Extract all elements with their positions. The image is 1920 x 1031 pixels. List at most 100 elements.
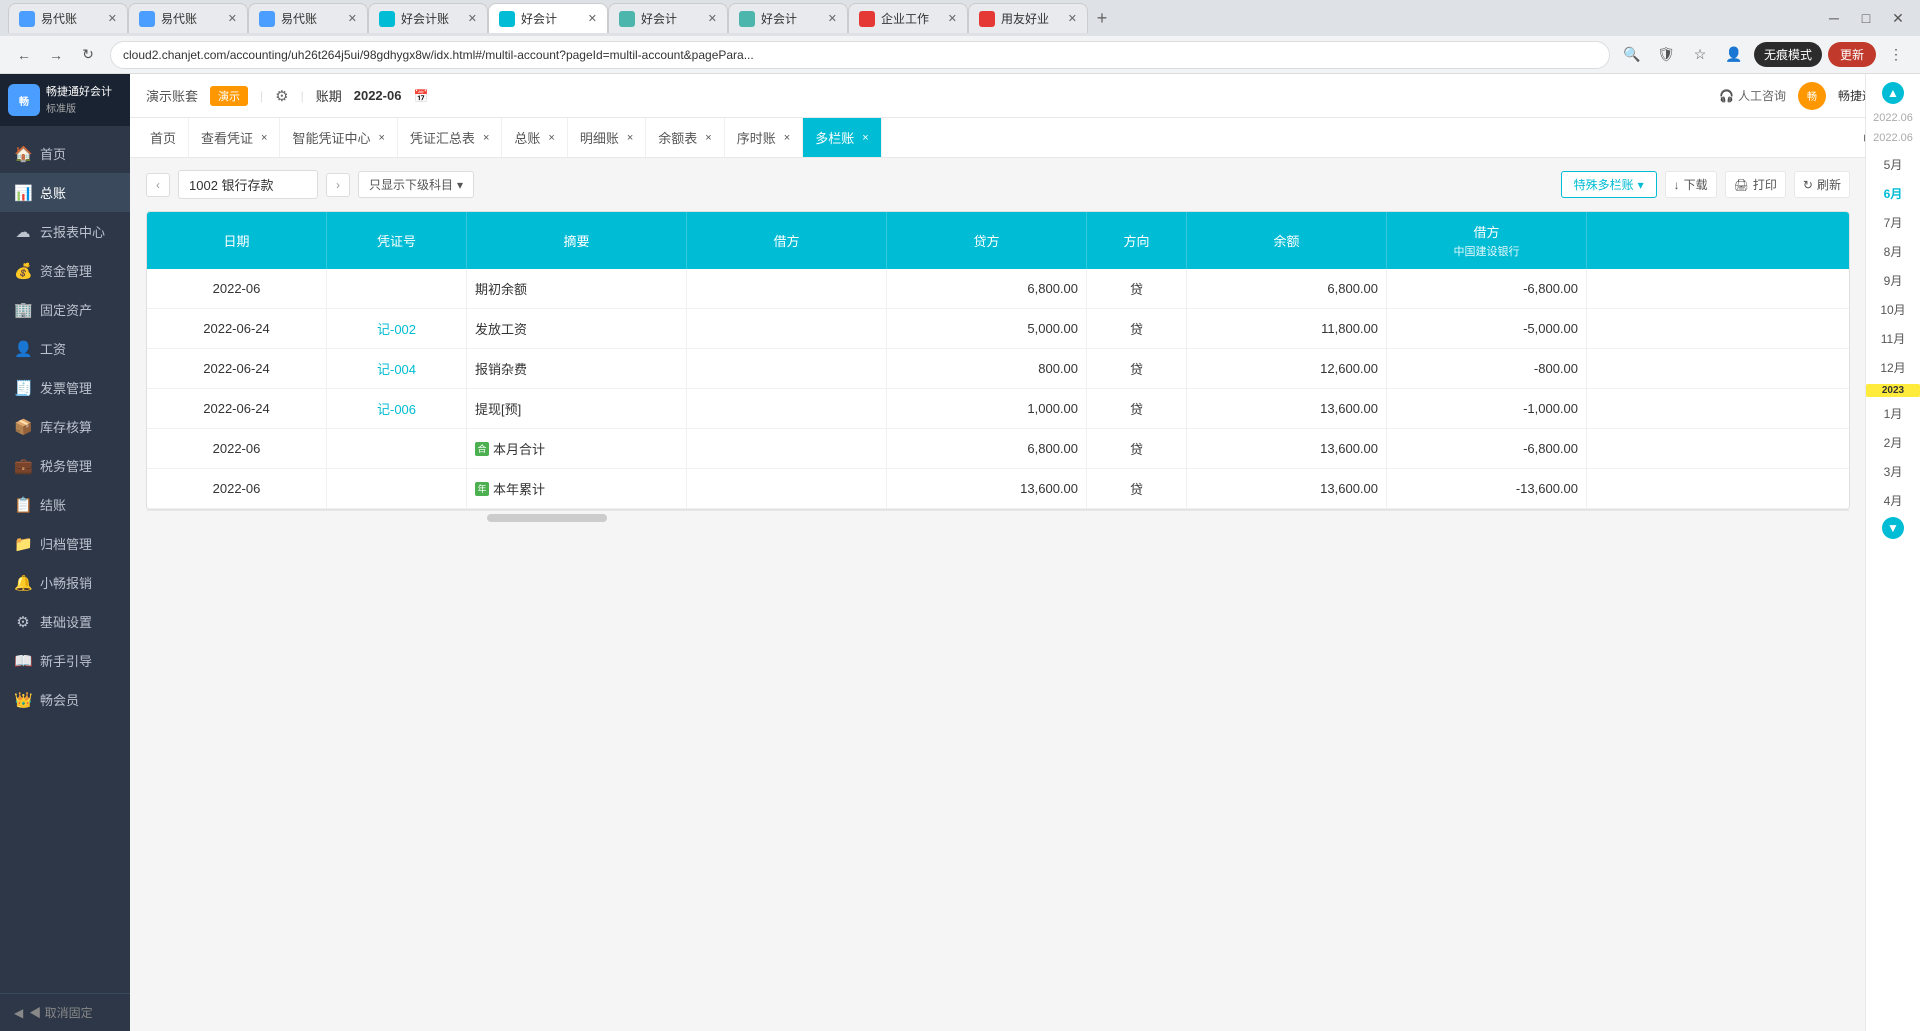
- minimize-button[interactable]: ─: [1820, 4, 1848, 32]
- sidebar-item-home[interactable]: 🏠 首页: [0, 134, 130, 173]
- consultant-button[interactable]: 🎧 人工咨询: [1719, 87, 1786, 104]
- sidebar-pin-toggle[interactable]: ◀ ◀ 取消固定: [0, 993, 130, 1031]
- tab-detail-ledger[interactable]: 明细账 ×: [568, 118, 646, 158]
- tab-close-9[interactable]: ✕: [1068, 12, 1077, 25]
- voucher-link-1[interactable]: 记-002: [377, 319, 416, 338]
- rp-month-5[interactable]: 5月: [1866, 152, 1920, 177]
- print-button[interactable]: 🖨 打印: [1725, 171, 1786, 198]
- rp-month-2023-4[interactable]: 4月: [1866, 488, 1920, 513]
- tab-close-detail-ledger[interactable]: ×: [627, 132, 633, 144]
- voucher-link-2[interactable]: 记-004: [377, 359, 416, 378]
- menu-icon[interactable]: ⋮: [1882, 41, 1910, 69]
- tab-voucher-view[interactable]: 查看凭证 ×: [189, 118, 280, 158]
- tab-balance[interactable]: 余额表 ×: [646, 118, 724, 158]
- reload-button[interactable]: ↻: [74, 41, 102, 69]
- close-window-button[interactable]: ✕: [1884, 4, 1912, 32]
- sidebar-item-tax[interactable]: 💼 税务管理: [0, 446, 130, 485]
- tab-close-voucher-summary[interactable]: ×: [483, 132, 489, 144]
- tab-close-1[interactable]: ✕: [108, 12, 117, 25]
- tab-close-7[interactable]: ✕: [828, 12, 837, 25]
- profile-icon[interactable]: 👤: [1720, 41, 1748, 69]
- tab-close-4[interactable]: ✕: [468, 12, 477, 25]
- voucher-link-3[interactable]: 记-006: [377, 399, 416, 418]
- rp-month-7[interactable]: 7月: [1866, 210, 1920, 235]
- demo-badge[interactable]: 演示: [210, 86, 248, 106]
- sidebar-header[interactable]: 畅 畅捷通好会计 标准版: [0, 74, 130, 126]
- sidebar-item-expense[interactable]: 🔔 小畅报销: [0, 563, 130, 602]
- show-sub-button[interactable]: 只显示下级科目 ▾: [358, 171, 474, 198]
- sidebar-item-funds[interactable]: 💰 资金管理: [0, 251, 130, 290]
- td-voucher-5: [327, 469, 467, 508]
- sidebar-item-ledger[interactable]: 📊 总账: [0, 173, 130, 212]
- next-account-button[interactable]: ›: [326, 173, 350, 197]
- prev-account-button[interactable]: ‹: [146, 173, 170, 197]
- right-panel-down-button[interactable]: ▼: [1882, 517, 1904, 539]
- tab-close-8[interactable]: ✕: [948, 12, 957, 25]
- back-button[interactable]: ←: [10, 41, 38, 69]
- bookmark-icon[interactable]: ☆: [1686, 41, 1714, 69]
- tab-home[interactable]: 首页: [138, 118, 189, 158]
- sidebar-item-closing[interactable]: 📋 结账: [0, 485, 130, 524]
- account-selector[interactable]: 1002 银行存款: [178, 170, 318, 199]
- browser-tab-8[interactable]: 企业工作 ✕: [848, 3, 968, 33]
- sidebar-item-fixed-assets[interactable]: 🏢 固定资产: [0, 290, 130, 329]
- browser-tab-5[interactable]: 好会计 ✕: [488, 3, 608, 33]
- browser-tab-6[interactable]: 好会计 ✕: [608, 3, 728, 33]
- tab-smart-voucher[interactable]: 智能凭证中心 ×: [280, 118, 397, 158]
- sidebar-item-invoice[interactable]: 🧾 发票管理: [0, 368, 130, 407]
- tab-close-5[interactable]: ✕: [588, 12, 597, 25]
- calendar-icon[interactable]: 📅: [413, 89, 428, 103]
- rp-month-11[interactable]: 11月: [1866, 326, 1920, 351]
- rp-month-2023-1[interactable]: 1月: [1866, 401, 1920, 426]
- sidebar-item-member[interactable]: 👑 畅会员: [0, 680, 130, 719]
- maximize-button[interactable]: □: [1852, 4, 1880, 32]
- rp-month-2023-2[interactable]: 2月: [1866, 430, 1920, 455]
- scrollbar-thumb[interactable]: [487, 514, 607, 522]
- rp-month-2023-3[interactable]: 3月: [1866, 459, 1920, 484]
- sidebar-item-archive[interactable]: 📁 归档管理: [0, 524, 130, 563]
- download-button[interactable]: ↓ 下载: [1665, 171, 1717, 198]
- sidebar-item-inventory[interactable]: 📦 库存核算: [0, 407, 130, 446]
- rp-month-12[interactable]: 12月: [1866, 355, 1920, 380]
- tab-close-6[interactable]: ✕: [708, 12, 717, 25]
- rp-month-6[interactable]: 6月: [1866, 181, 1920, 206]
- address-input[interactable]: [110, 41, 1610, 69]
- tab-close-journal[interactable]: ×: [784, 132, 790, 144]
- extension-icon[interactable]: 🛡: [1652, 41, 1680, 69]
- right-panel-up-button[interactable]: ▲: [1882, 82, 1904, 104]
- tab-close-smart-voucher[interactable]: ×: [378, 132, 384, 144]
- horizontal-scrollbar[interactable]: [146, 510, 1850, 524]
- tab-close-2[interactable]: ✕: [228, 12, 237, 25]
- tab-close-balance[interactable]: ×: [705, 132, 711, 144]
- sidebar-item-payroll[interactable]: 👤 工资: [0, 329, 130, 368]
- tab-close-3[interactable]: ✕: [348, 12, 357, 25]
- browser-tab-7[interactable]: 好会计 ✕: [728, 3, 848, 33]
- settings-gear-icon[interactable]: ⚙: [275, 87, 288, 105]
- search-icon[interactable]: 🔍: [1618, 41, 1646, 69]
- tab-close-voucher-view[interactable]: ×: [261, 132, 267, 144]
- tab-voucher-summary[interactable]: 凭证汇总表 ×: [398, 118, 502, 158]
- tab-general-ledger[interactable]: 总账 ×: [502, 118, 567, 158]
- refresh-button[interactable]: ↻ 刷新: [1794, 171, 1850, 198]
- rp-month-10[interactable]: 10月: [1866, 297, 1920, 322]
- new-tab-button[interactable]: +: [1088, 4, 1116, 32]
- special-cols-button[interactable]: 特殊多栏账 ▾: [1561, 171, 1657, 198]
- tab-close-general-ledger[interactable]: ×: [548, 132, 554, 144]
- incognito-button[interactable]: 无痕模式: [1754, 42, 1822, 67]
- browser-tab-3[interactable]: 易代账 ✕: [248, 3, 368, 33]
- tab-multicolumn[interactable]: 多栏账 ×: [803, 118, 881, 158]
- sidebar-item-settings[interactable]: ⚙ 基础设置: [0, 602, 130, 641]
- sidebar-item-cloud[interactable]: ☁ 云报表中心: [0, 212, 130, 251]
- rp-month-8[interactable]: 8月: [1866, 239, 1920, 264]
- rp-month-9[interactable]: 9月: [1866, 268, 1920, 293]
- browser-tab-9[interactable]: 用友好业 ✕: [968, 3, 1088, 33]
- forward-button[interactable]: →: [42, 41, 70, 69]
- browser-tab-2[interactable]: 易代账 ✕: [128, 3, 248, 33]
- browser-tab-1[interactable]: 易代账 ✕: [8, 3, 128, 33]
- app-subtitle: 标准版: [46, 100, 112, 115]
- update-button[interactable]: 更新: [1828, 42, 1876, 67]
- tab-close-multicolumn[interactable]: ×: [862, 132, 868, 144]
- tab-journal[interactable]: 序时账 ×: [725, 118, 803, 158]
- browser-tab-4[interactable]: 好会计账 ✕: [368, 3, 488, 33]
- sidebar-item-guide[interactable]: 📖 新手引导: [0, 641, 130, 680]
